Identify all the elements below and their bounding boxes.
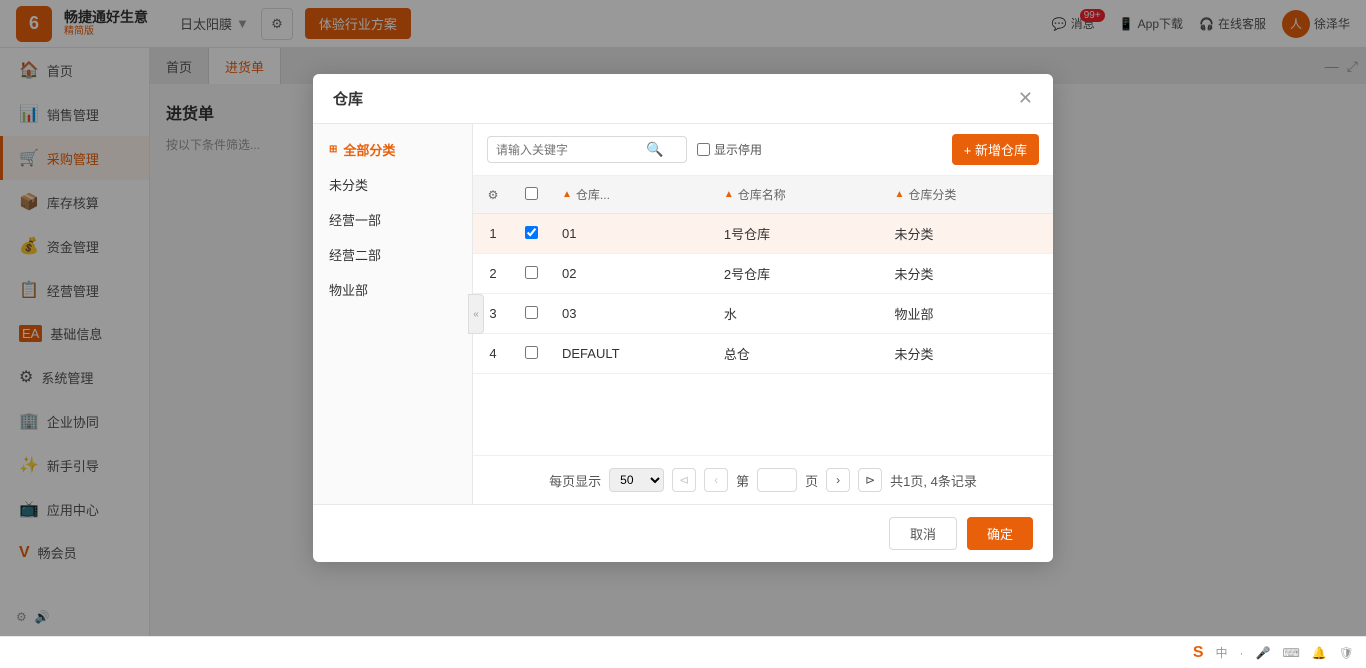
table-row[interactable]: 1 01 1号仓库 未分类 bbox=[473, 214, 1053, 254]
search-box: 🔍 bbox=[487, 136, 687, 163]
row-num: 1 bbox=[473, 214, 513, 254]
sort-icon-name: ▲ bbox=[724, 189, 734, 200]
statusbar: S 中 · 🎤 ⌨ 🔔 🛡 bbox=[0, 636, 1366, 668]
col-warehouse-name[interactable]: ▲ 仓库名称 bbox=[712, 176, 883, 214]
grid-icon: ⊞ bbox=[329, 144, 337, 155]
status-icon-mic: 🎤 bbox=[1256, 646, 1271, 660]
modal-sidebar-dept2-label: 经营二部 bbox=[329, 245, 381, 264]
col-gear-icon: ⚙ bbox=[488, 188, 499, 202]
select-all-checkbox[interactable] bbox=[525, 187, 538, 200]
page-unit: 页 bbox=[805, 471, 818, 490]
sort-icon-cat: ▲ bbox=[894, 189, 904, 200]
row-checkbox-cell bbox=[513, 254, 550, 294]
modal-body: ⊞ 全部分类 未分类 经营一部 经营二部 物业部 « bbox=[313, 124, 1053, 504]
row-code: 02 bbox=[550, 254, 712, 294]
table-row[interactable]: 3 03 水 物业部 bbox=[473, 294, 1053, 334]
row-checkbox[interactable] bbox=[525, 226, 538, 239]
table-row[interactable]: 4 DEFAULT 总仓 未分类 bbox=[473, 334, 1053, 374]
warehouse-modal: 仓库 ✕ ⊞ 全部分类 未分类 经营一部 经营二部 物业部 « bbox=[313, 74, 1053, 562]
cancel-button[interactable]: 取消 bbox=[889, 517, 957, 550]
status-icon-shield: 🛡 bbox=[1339, 646, 1354, 660]
row-checkbox[interactable] bbox=[525, 346, 538, 359]
modal-sidebar-uncategorized-label: 未分类 bbox=[329, 175, 368, 194]
search-icon: 🔍 bbox=[646, 141, 663, 158]
modal-toolbar: 🔍 显示停用 + 新增仓库 bbox=[473, 124, 1053, 176]
per-page-label: 每页显示 bbox=[549, 471, 601, 490]
first-page-button[interactable]: ⊲ bbox=[672, 468, 696, 492]
warehouse-table: ⚙ ▲ 仓库... bbox=[473, 176, 1053, 374]
row-category: 未分类 bbox=[882, 334, 1053, 374]
status-icon-bell: 🔔 bbox=[1312, 646, 1327, 660]
per-page-select[interactable]: 50 100 bbox=[609, 468, 664, 492]
row-checkbox-cell bbox=[513, 334, 550, 374]
row-name: 1号仓库 bbox=[712, 214, 883, 254]
row-num: 4 bbox=[473, 334, 513, 374]
search-input[interactable] bbox=[496, 143, 646, 157]
sort-icon: ▲ bbox=[562, 189, 572, 200]
total-info: 共1页, 4条记录 bbox=[890, 471, 977, 490]
modal-sidebar-dept1[interactable]: 经营一部 bbox=[313, 202, 472, 237]
row-name: 水 bbox=[712, 294, 883, 334]
col-checkbox bbox=[513, 176, 550, 214]
sidebar-collapse-button[interactable]: « bbox=[468, 294, 484, 334]
modal-sidebar-property-label: 物业部 bbox=[329, 280, 368, 299]
modal-sidebar-all-label: 全部分类 bbox=[343, 140, 395, 159]
modal-close-button[interactable]: ✕ bbox=[1018, 88, 1033, 109]
row-name: 2号仓库 bbox=[712, 254, 883, 294]
last-page-button[interactable]: ⊳ bbox=[858, 468, 882, 492]
prev-page-button[interactable]: ‹ bbox=[704, 468, 728, 492]
modal-main: 🔍 显示停用 + 新增仓库 ⚙ bbox=[473, 124, 1053, 504]
col-gear: ⚙ bbox=[473, 176, 513, 214]
row-checkbox-cell bbox=[513, 214, 550, 254]
row-category: 未分类 bbox=[882, 254, 1053, 294]
col-warehouse-code[interactable]: ▲ 仓库... bbox=[550, 176, 712, 214]
modal-sidebar-all[interactable]: ⊞ 全部分类 bbox=[313, 132, 472, 167]
status-icon-s: S bbox=[1193, 644, 1204, 662]
status-icon-dot: · bbox=[1240, 646, 1244, 660]
modal-sidebar-property[interactable]: 物业部 bbox=[313, 272, 472, 307]
show-disabled-label: 显示停用 bbox=[714, 141, 762, 158]
row-category: 未分类 bbox=[882, 214, 1053, 254]
chevron-left-icon: « bbox=[473, 309, 479, 320]
row-code: DEFAULT bbox=[550, 334, 712, 374]
row-category: 物业部 bbox=[882, 294, 1053, 334]
show-disabled-input[interactable] bbox=[697, 143, 710, 156]
table-header-row: ⚙ ▲ 仓库... bbox=[473, 176, 1053, 214]
row-code: 03 bbox=[550, 294, 712, 334]
row-checkbox[interactable] bbox=[525, 306, 538, 319]
status-icon-zh: 中 bbox=[1216, 644, 1228, 661]
confirm-button[interactable]: 确定 bbox=[967, 517, 1033, 550]
table-row[interactable]: 2 02 2号仓库 未分类 bbox=[473, 254, 1053, 294]
warehouse-table-wrap: ⚙ ▲ 仓库... bbox=[473, 176, 1053, 455]
modal-sidebar-uncategorized[interactable]: 未分类 bbox=[313, 167, 472, 202]
page-label: 第 bbox=[736, 471, 749, 490]
modal-title: 仓库 bbox=[333, 88, 363, 109]
page-number-input[interactable]: 1 bbox=[757, 468, 797, 492]
modal-footer: 取消 确定 bbox=[313, 504, 1053, 562]
row-checkbox-cell bbox=[513, 294, 550, 334]
row-name: 总仓 bbox=[712, 334, 883, 374]
modal-sidebar-dept1-label: 经营一部 bbox=[329, 210, 381, 229]
status-icon-keyboard: ⌨ bbox=[1282, 646, 1299, 660]
row-code: 01 bbox=[550, 214, 712, 254]
modal-sidebar-dept2[interactable]: 经营二部 bbox=[313, 237, 472, 272]
show-disabled-checkbox[interactable]: 显示停用 bbox=[697, 141, 762, 158]
row-checkbox[interactable] bbox=[525, 266, 538, 279]
row-num: 2 bbox=[473, 254, 513, 294]
modal-sidebar: ⊞ 全部分类 未分类 经营一部 经营二部 物业部 « bbox=[313, 124, 473, 504]
add-warehouse-button[interactable]: + 新增仓库 bbox=[952, 134, 1039, 165]
col-warehouse-category[interactable]: ▲ 仓库分类 bbox=[882, 176, 1053, 214]
modal-header: 仓库 ✕ bbox=[313, 74, 1053, 124]
modal-pagination: 每页显示 50 100 ⊲ ‹ 第 1 页 › ⊳ 共1页, 4条记录 bbox=[473, 455, 1053, 504]
next-page-button[interactable]: › bbox=[826, 468, 850, 492]
